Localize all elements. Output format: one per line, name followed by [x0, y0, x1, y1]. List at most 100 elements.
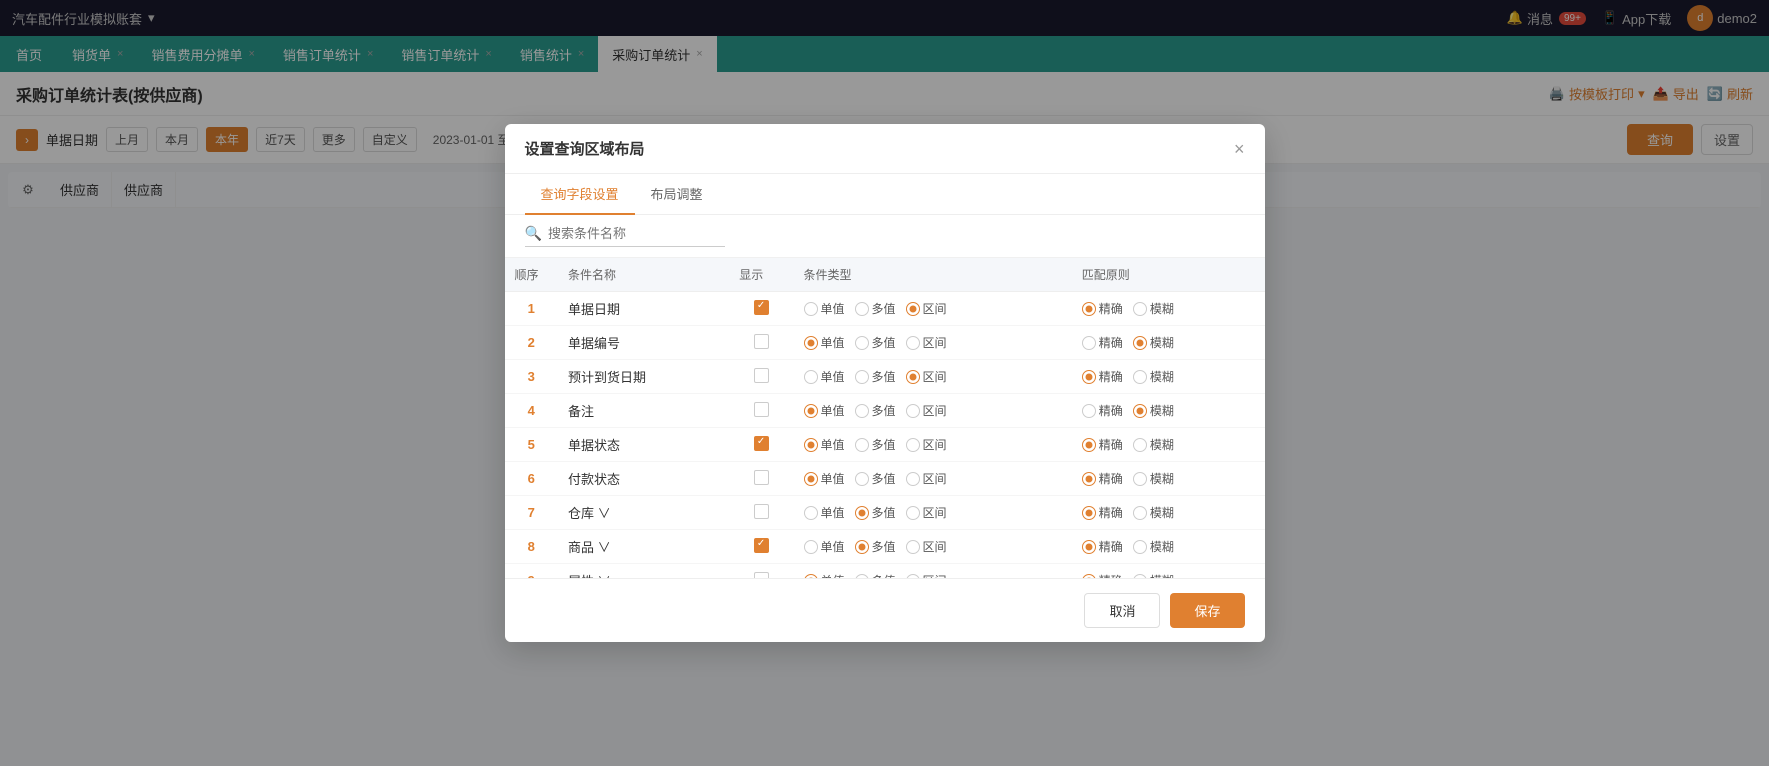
table-row: 3预计到货日期单值多值区间精确模糊 [505, 360, 1265, 394]
field-display-7[interactable] [729, 496, 793, 530]
type-radio-6-区间[interactable]: 区间 [906, 470, 947, 487]
field-display-8[interactable] [729, 530, 793, 564]
radio-label: 精确 [1099, 470, 1123, 487]
match-radio-3-模糊[interactable]: 模糊 [1133, 368, 1174, 385]
type-radio-2-多值[interactable]: 多值 [855, 334, 896, 351]
field-order-7: 7 [505, 496, 559, 530]
modal-search-area: 🔍 [505, 215, 1265, 258]
type-radio-2-区间[interactable]: 区间 [906, 334, 947, 351]
field-order-1: 1 [505, 292, 559, 326]
type-radio-5-多值[interactable]: 多值 [855, 436, 896, 453]
modal-tab-layout[interactable]: 布局调整 [635, 174, 719, 215]
match-radio-7-精确[interactable]: 精确 [1082, 504, 1123, 521]
radio-dot-icon [906, 574, 920, 579]
match-radio-6-精确[interactable]: 精确 [1082, 470, 1123, 487]
radio-dot-icon [906, 404, 920, 418]
field-display-5[interactable] [729, 428, 793, 462]
display-checkbox-6[interactable] [754, 470, 769, 485]
match-radio-4-精确[interactable]: 精确 [1082, 402, 1123, 419]
field-display-1[interactable] [729, 292, 793, 326]
radio-dot-icon [804, 302, 818, 316]
type-radio-2-单值[interactable]: 单值 [804, 334, 845, 351]
radio-label: 模糊 [1150, 300, 1174, 317]
display-checkbox-1[interactable] [754, 300, 769, 315]
radio-label: 单值 [821, 334, 845, 351]
type-radio-5-区间[interactable]: 区间 [906, 436, 947, 453]
radio-dot-icon [906, 302, 920, 316]
match-radio-3-精确[interactable]: 精确 [1082, 368, 1123, 385]
radio-label: 模糊 [1150, 368, 1174, 385]
radio-label: 精确 [1099, 402, 1123, 419]
modal-overlay[interactable]: 设置查询区域布局 × 查询字段设置 布局调整 🔍 顺序 [0, 0, 1769, 766]
display-checkbox-4[interactable] [754, 402, 769, 417]
radio-label: 精确 [1099, 300, 1123, 317]
cancel-btn[interactable]: 取消 [1084, 593, 1160, 628]
match-radio-4-模糊[interactable]: 模糊 [1133, 402, 1174, 419]
display-checkbox-5[interactable] [754, 436, 769, 451]
field-name-7: 仓库 ∨ [558, 496, 729, 530]
match-radio-5-模糊[interactable]: 模糊 [1133, 436, 1174, 453]
radio-label: 多值 [872, 300, 896, 317]
type-radio-6-单值[interactable]: 单值 [804, 470, 845, 487]
type-radio-3-区间[interactable]: 区间 [906, 368, 947, 385]
type-radio-6-多值[interactable]: 多值 [855, 470, 896, 487]
type-radio-4-多值[interactable]: 多值 [855, 402, 896, 419]
display-checkbox-2[interactable] [754, 334, 769, 349]
field-order-8: 8 [505, 530, 559, 564]
field-order-9: 9 [505, 564, 559, 579]
type-radio-7-区间[interactable]: 区间 [906, 504, 947, 521]
th-order: 顺序 [505, 258, 559, 292]
type-radio-4-区间[interactable]: 区间 [906, 402, 947, 419]
table-row: 8商品 ∨单值多值区间精确模糊 [505, 530, 1265, 564]
modal-close-btn[interactable]: × [1234, 140, 1245, 158]
search-input[interactable] [548, 226, 708, 241]
type-radio-4-单值[interactable]: 单值 [804, 402, 845, 419]
display-checkbox-8[interactable] [754, 538, 769, 553]
type-radio-1-单值[interactable]: 单值 [804, 300, 845, 317]
match-radio-5-精确[interactable]: 精确 [1082, 436, 1123, 453]
field-display-4[interactable] [729, 394, 793, 428]
match-radio-2-模糊[interactable]: 模糊 [1133, 334, 1174, 351]
type-radio-3-单值[interactable]: 单值 [804, 368, 845, 385]
radio-dot-icon [1082, 336, 1096, 350]
save-btn[interactable]: 保存 [1170, 593, 1244, 628]
field-display-9[interactable] [729, 564, 793, 579]
type-radio-8-区间[interactable]: 区间 [906, 538, 947, 555]
match-radio-8-精确[interactable]: 精确 [1082, 538, 1123, 555]
display-checkbox-9[interactable] [754, 572, 769, 579]
radio-label: 模糊 [1150, 436, 1174, 453]
match-radio-7-模糊[interactable]: 模糊 [1133, 504, 1174, 521]
match-radio-1-模糊[interactable]: 模糊 [1133, 300, 1174, 317]
field-type-8: 单值 多值区间 [794, 530, 1072, 564]
field-display-6[interactable] [729, 462, 793, 496]
radio-label: 多值 [872, 470, 896, 487]
radio-dot-icon [855, 370, 869, 384]
field-table: 顺序 条件名称 显示 条件类型 匹配原则 1单据日期单值多值区间精确模糊2单据编… [505, 258, 1265, 578]
field-table-header-row: 顺序 条件名称 显示 条件类型 匹配原则 [505, 258, 1265, 292]
field-display-2[interactable] [729, 326, 793, 360]
modal-header: 设置查询区域布局 × [505, 124, 1265, 174]
type-radio-1-区间[interactable]: 区间 [906, 300, 947, 317]
display-checkbox-7[interactable] [754, 504, 769, 519]
radio-label: 精确 [1099, 436, 1123, 453]
type-radio-1-多值[interactable]: 多值 [855, 300, 896, 317]
display-checkbox-3[interactable] [754, 368, 769, 383]
match-radio-2-精确[interactable]: 精确 [1082, 334, 1123, 351]
field-type-7: 单值多值区间 [794, 496, 1072, 530]
modal-dialog: 设置查询区域布局 × 查询字段设置 布局调整 🔍 顺序 [505, 124, 1265, 642]
type-radio-7-多值[interactable]: 多值 [855, 504, 896, 521]
modal-tab-query-fields[interactable]: 查询字段设置 [525, 174, 635, 215]
type-radio-5-单值[interactable]: 单值 [804, 436, 845, 453]
type-radio-8-多值[interactable]: 多值 [855, 538, 896, 555]
match-radio-8-模糊[interactable]: 模糊 [1133, 538, 1174, 555]
type-radio-8-单值[interactable]: 单值 [804, 538, 845, 555]
match-radio-6-模糊[interactable]: 模糊 [1133, 470, 1174, 487]
radio-label: 多值 [872, 538, 896, 555]
field-display-3[interactable] [729, 360, 793, 394]
type-radio-3-多值[interactable]: 多值 [855, 368, 896, 385]
type-radio-7-单值[interactable]: 单值 [804, 504, 845, 521]
match-radio-1-精确[interactable]: 精确 [1082, 300, 1123, 317]
th-match: 匹配原则 [1072, 258, 1265, 292]
radio-dot-icon [1133, 540, 1147, 554]
radio-label: 区间 [923, 436, 947, 453]
